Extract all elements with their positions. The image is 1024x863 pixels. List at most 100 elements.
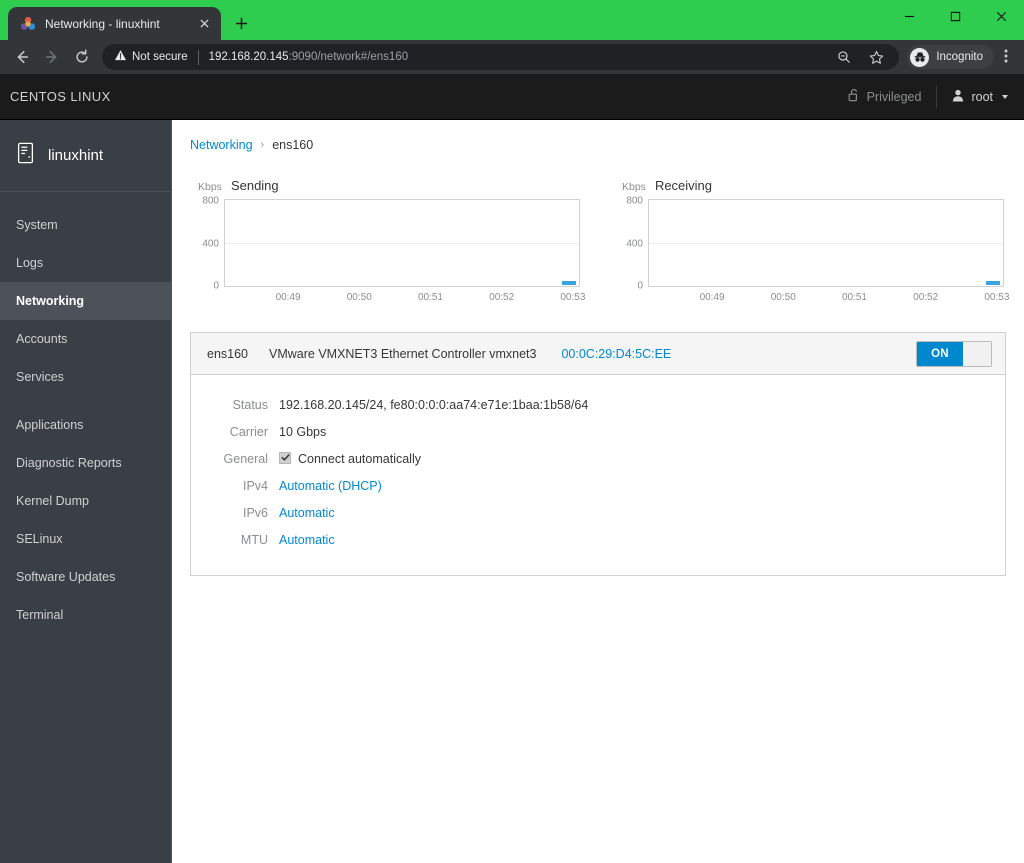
cockpit-header-actions: Privileged root	[848, 85, 1008, 108]
zoom-search-icon[interactable]	[833, 46, 855, 68]
sidebar-item-terminal[interactable]: Terminal	[0, 596, 171, 634]
ipv4-settings-link[interactable]: Automatic (DHCP)	[279, 479, 382, 493]
x-tick: 00:53	[984, 292, 1010, 303]
security-status[interactable]: Not secure	[114, 49, 188, 65]
sidebar-item-kernel-dump[interactable]: Kernel Dump	[0, 482, 171, 520]
minimize-icon[interactable]	[886, 0, 932, 33]
sidebar-item-system[interactable]: System	[0, 206, 171, 244]
cockpit-brand: CENTOS LINUX	[10, 89, 111, 104]
chart-canvas	[224, 199, 580, 287]
interface-name: ens160	[207, 346, 249, 361]
x-tick: 00:50	[770, 292, 796, 303]
browser-tab[interactable]: Networking - linuxhint	[8, 7, 221, 40]
sidebar-item-networking[interactable]: Networking	[0, 282, 171, 320]
maximize-icon[interactable]	[932, 0, 978, 33]
sidebar-item-selinux[interactable]: SELinux	[0, 520, 171, 558]
star-icon[interactable]	[865, 46, 887, 68]
incognito-label: Incognito	[936, 51, 983, 63]
detail-label: Status	[232, 397, 268, 412]
browser-tab-title: Networking - linuxhint	[45, 16, 160, 31]
chart-data-mark	[986, 281, 1000, 285]
sidebar-item-software-updates[interactable]: Software Updates	[0, 558, 171, 596]
x-tick: 00:52	[913, 292, 939, 303]
chart-y-axis: 800 400 0	[620, 196, 648, 292]
breadcrumb-parent-link[interactable]: Networking	[190, 138, 253, 152]
toggle-on-label: ON	[917, 341, 963, 366]
cockpit-body: linuxhint System Logs Networking Account…	[0, 120, 1024, 863]
chart-receiving: Kbps Receiving 800 400 0 00:49 00:50 00:…	[620, 178, 1010, 306]
sidebar-item-label: Terminal	[16, 608, 64, 622]
window-close-icon[interactable]	[978, 0, 1024, 33]
detail-label: IPv4	[242, 478, 268, 493]
y-tick: 0	[637, 280, 643, 292]
interface-card: ens160 VMware VMXNET3 Ethernet Controlle…	[190, 332, 1006, 576]
detail-label: MTU	[240, 532, 268, 547]
x-tick: 00:53	[560, 292, 586, 303]
detail-value: 10 Gbps	[279, 424, 327, 439]
interface-mac-link[interactable]: 00:0C:29:D4:5C:EE	[561, 347, 671, 361]
y-tick: 0	[213, 280, 219, 292]
new-tab-button[interactable]	[227, 9, 255, 37]
cockpit-app: CENTOS LINUX Privileged root linuxhint S…	[0, 74, 1024, 863]
address-bar[interactable]: Not secure 192.168.20.145:9090/network#/…	[102, 44, 900, 70]
mtu-settings-link[interactable]: Automatic	[279, 533, 335, 547]
interface-power-toggle[interactable]: ON	[916, 340, 992, 367]
chart-unit-label: Kbps	[198, 181, 222, 193]
incognito-icon	[910, 47, 930, 67]
warning-triangle-icon	[114, 49, 127, 65]
chart-y-axis: 800 400 0	[196, 196, 224, 292]
back-arrow-icon[interactable]	[8, 43, 36, 71]
user-menu[interactable]: root	[937, 89, 1008, 105]
y-tick: 400	[626, 238, 643, 250]
sidebar-item-label: System	[16, 218, 58, 232]
ipv6-settings-link[interactable]: Automatic	[279, 506, 335, 520]
y-tick: 400	[202, 238, 219, 250]
sidebar-item-logs[interactable]: Logs	[0, 244, 171, 282]
sidebar-divider	[0, 396, 171, 406]
incognito-indicator[interactable]: Incognito	[907, 45, 994, 69]
user-icon	[952, 89, 964, 105]
x-tick: 00:50	[346, 292, 372, 303]
chart-x-axis: 00:49 00:50 00:51 00:52 00:53	[224, 292, 586, 306]
sidebar-nav: System Logs Networking Accounts Services…	[0, 192, 171, 634]
sidebar-item-services[interactable]: Services	[0, 358, 171, 396]
sidebar-item-label: Networking	[16, 294, 85, 308]
host-selector[interactable]: linuxhint	[0, 120, 171, 192]
privileged-indicator[interactable]: Privileged	[848, 85, 938, 108]
omnibox-actions	[833, 46, 887, 68]
sidebar-item-applications[interactable]: Applications	[0, 406, 171, 444]
browser-toolbar: Not secure 192.168.20.145:9090/network#/…	[0, 40, 1024, 74]
reload-icon[interactable]	[68, 43, 96, 71]
sidebar-item-label: Logs	[16, 256, 44, 270]
breadcrumb-current: ens160	[272, 138, 314, 152]
connect-automatically-label: Connect automatically	[298, 451, 421, 466]
interface-card-header: ens160 VMware VMXNET3 Ethernet Controlle…	[191, 333, 1005, 375]
sidebar-item-label: Diagnostic Reports	[16, 456, 122, 470]
chart-data-mark	[562, 281, 576, 285]
user-label: root	[971, 89, 993, 104]
detail-label: General	[223, 451, 268, 466]
connect-automatically-checkbox[interactable]	[279, 451, 291, 464]
chart-gridline	[225, 243, 579, 244]
unlocked-padlock-icon	[848, 88, 860, 105]
connect-automatically-control[interactable]: Connect automatically	[279, 451, 421, 466]
chart-x-axis: 00:49 00:50 00:51 00:52 00:53	[648, 292, 1010, 306]
detail-label: Carrier	[229, 424, 268, 439]
sidebar-item-diagnostic-reports[interactable]: Diagnostic Reports	[0, 444, 171, 482]
chart-sending: Kbps Sending 800 400 0 00:49 00:50 00:51…	[196, 178, 586, 306]
chart-header: Kbps Sending	[196, 178, 580, 193]
chevron-down-icon	[1002, 94, 1008, 99]
window-controls	[886, 0, 1024, 33]
sidebar-item-label: Kernel Dump	[16, 494, 89, 508]
chart-canvas	[648, 199, 1004, 287]
server-icon	[16, 142, 35, 169]
host-name: linuxhint	[48, 147, 104, 164]
detail-value: 192.168.20.145/24, fe80:0:0:0:aa74:e71e:…	[279, 397, 589, 412]
sidebar-item-label: Applications	[16, 418, 84, 432]
chart-title: Sending	[230, 178, 279, 193]
chart-unit-label: Kbps	[622, 181, 646, 193]
tab-close-icon[interactable]	[196, 16, 212, 32]
sidebar-item-accounts[interactable]: Accounts	[0, 320, 171, 358]
detail-row-carrier: Carrier 10 Gbps	[207, 418, 989, 445]
three-dots-menu-icon[interactable]	[996, 48, 1016, 66]
